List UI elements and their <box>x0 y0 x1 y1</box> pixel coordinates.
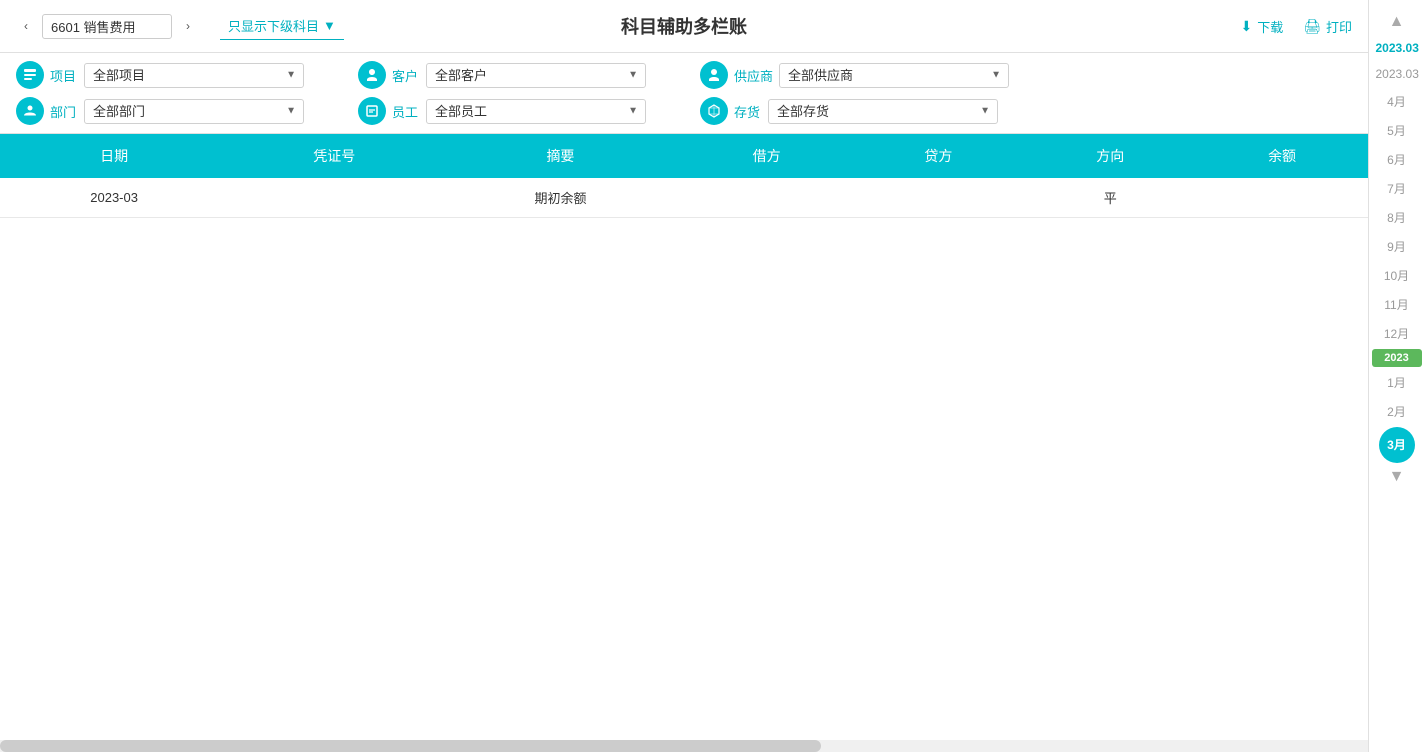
filter-item-inventory: 存货 全部存货 <box>700 97 998 125</box>
bottom-scrollbar[interactable] <box>0 740 1368 752</box>
page-title: 科目辅助多栏账 <box>621 13 747 39</box>
supplier-select-wrapper: 全部供应商 <box>779 63 1009 88</box>
account-input[interactable] <box>42 14 172 39</box>
inventory-icon <box>700 97 728 125</box>
department-icon <box>16 97 44 125</box>
project-select-wrapper: 全部项目 <box>84 63 304 88</box>
print-button[interactable]: 🖨 打印 <box>1303 17 1352 36</box>
cell-credit <box>853 178 1025 218</box>
sidebar-period-item-11[interactable]: 2023 <box>1372 349 1422 367</box>
employee-icon <box>358 97 386 125</box>
show-sub-button[interactable]: 只显示下级科目 ▼ <box>220 12 344 40</box>
col-header-debit: 借方 <box>681 134 853 178</box>
print-label: 打印 <box>1326 17 1352 36</box>
cell-balance <box>1196 178 1368 218</box>
nav-area: ‹ › 只显示下级科目 ▼ <box>16 12 344 40</box>
sidebar-up-button[interactable]: ▲ <box>1383 8 1411 36</box>
col-header-voucher: 凭证号 <box>228 134 440 178</box>
col-header-credit: 贷方 <box>853 134 1025 178</box>
download-button[interactable]: ⬇ 下载 <box>1240 17 1283 36</box>
customer-select-wrapper: 全部客户 <box>426 63 646 88</box>
top-right-buttons: ⬇ 下载 🖨 打印 <box>1240 17 1352 36</box>
cell-direction: 平 <box>1024 178 1196 218</box>
inventory-label: 存货 <box>734 102 762 121</box>
cell-debit <box>681 178 853 218</box>
cell-voucher <box>228 178 440 218</box>
sidebar-down-button[interactable]: ▼ <box>1383 463 1411 491</box>
department-label: 部门 <box>50 102 78 121</box>
customer-select[interactable]: 全部客户 <box>426 63 646 88</box>
table-container: 日期 凭证号 摘要 借方 贷方 方向 余额 2023-03 期初余额 平 <box>0 134 1368 752</box>
supplier-icon <box>700 61 728 89</box>
filter-item-customer: 客户 全部客户 <box>358 61 646 89</box>
employee-select-wrapper: 全部员工 <box>426 99 646 124</box>
top-bar: ‹ › 只显示下级科目 ▼ 科目辅助多栏账 ⬇ 下载 🖨 打印 <box>0 0 1368 53</box>
prev-nav-button[interactable]: ‹ <box>16 16 36 36</box>
sidebar-period-item-5[interactable]: 7月 <box>1372 175 1422 202</box>
sidebar-period-item-10[interactable]: 12月 <box>1372 320 1422 347</box>
col-header-summary: 摘要 <box>440 134 681 178</box>
customer-icon <box>358 61 386 89</box>
filter-item-department: 部门 全部部门 <box>16 97 304 125</box>
right-sidebar: ▲ 2023.032023.034月5月6月7月8月9月10月11月12月202… <box>1368 0 1424 752</box>
chevron-down-icon: ▼ <box>323 18 336 33</box>
sidebar-period-item-3[interactable]: 5月 <box>1372 117 1422 144</box>
employee-select[interactable]: 全部员工 <box>426 99 646 124</box>
download-label: 下载 <box>1257 17 1283 36</box>
table-row[interactable]: 2023-03 期初余额 平 <box>0 178 1368 218</box>
sidebar-period-item-12[interactable]: 1月 <box>1372 369 1422 396</box>
employee-label: 员工 <box>392 102 420 121</box>
filter-item-project: 项目 全部项目 <box>16 61 304 89</box>
download-icon: ⬇ <box>1240 18 1252 35</box>
show-sub-label: 只显示下级科目 <box>228 16 319 35</box>
next-nav-button[interactable]: › <box>178 16 198 36</box>
sidebar-period-item-8[interactable]: 10月 <box>1372 262 1422 289</box>
cell-date: 2023-03 <box>0 178 228 218</box>
project-icon <box>16 61 44 89</box>
inventory-select[interactable]: 全部存货 <box>768 99 998 124</box>
filter-row-2: 部门 全部部门 员工 <box>16 97 1352 125</box>
sidebar-period-item-14[interactable]: 3月 <box>1379 427 1415 463</box>
filter-item-supplier: 供应商 全部供应商 <box>700 61 1009 89</box>
col-header-direction: 方向 <box>1024 134 1196 178</box>
main-container: × ‹ › 只显示下级科目 ▼ 科目辅助多栏账 ⬇ 下载 🖨 <box>0 0 1424 752</box>
department-select-wrapper: 全部部门 <box>84 99 304 124</box>
data-table: 日期 凭证号 摘要 借方 贷方 方向 余额 2023-03 期初余额 平 <box>0 134 1368 218</box>
filter-item-employee: 员工 全部员工 <box>358 97 646 125</box>
customer-label: 客户 <box>392 66 420 85</box>
sidebar-period-item-0[interactable]: 2023.03 <box>1372 36 1422 60</box>
filter-bar: 项目 全部项目 客户 <box>0 53 1368 134</box>
filter-row-1: 项目 全部项目 客户 <box>16 61 1352 89</box>
project-select[interactable]: 全部项目 <box>84 63 304 88</box>
sidebar-period-item-4[interactable]: 6月 <box>1372 146 1422 173</box>
print-icon: 🖨 <box>1303 18 1321 35</box>
sidebar-period-item-6[interactable]: 8月 <box>1372 204 1422 231</box>
sidebar-period-item-2[interactable]: 4月 <box>1372 88 1422 115</box>
sidebar-period-item-7[interactable]: 9月 <box>1372 233 1422 260</box>
supplier-select[interactable]: 全部供应商 <box>779 63 1009 88</box>
sidebar-period-item-9[interactable]: 11月 <box>1372 291 1422 318</box>
sidebar-period-item-1[interactable]: 2023.03 <box>1372 62 1422 86</box>
supplier-label: 供应商 <box>734 66 773 85</box>
department-select[interactable]: 全部部门 <box>84 99 304 124</box>
content-area: ‹ › 只显示下级科目 ▼ 科目辅助多栏账 ⬇ 下载 🖨 打印 <box>0 0 1424 752</box>
scrollbar-thumb <box>0 740 821 752</box>
col-header-date: 日期 <box>0 134 228 178</box>
cell-summary: 期初余额 <box>440 178 681 218</box>
inventory-select-wrapper: 全部存货 <box>768 99 998 124</box>
sidebar-period-item-13[interactable]: 2月 <box>1372 398 1422 425</box>
table-header-row: 日期 凭证号 摘要 借方 贷方 方向 余额 <box>0 134 1368 178</box>
project-label: 项目 <box>50 66 78 85</box>
col-header-balance: 余额 <box>1196 134 1368 178</box>
